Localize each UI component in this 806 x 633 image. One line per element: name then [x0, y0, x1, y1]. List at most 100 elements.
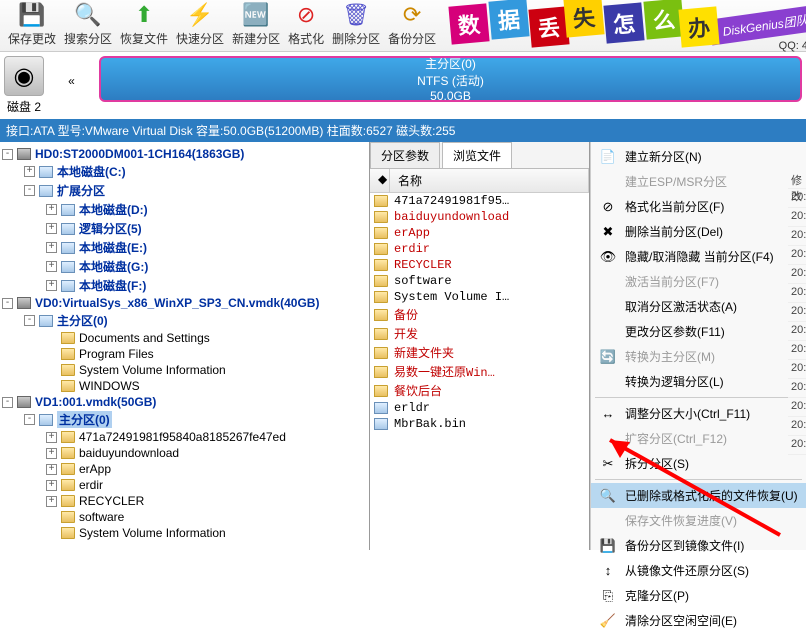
menu-hide[interactable]: 👁隐藏/取消隐藏 当前分区(F4)	[591, 244, 806, 269]
file-item[interactable]: software	[370, 273, 589, 289]
tree-toggle[interactable]: +	[46, 464, 57, 475]
tab-browse[interactable]: 浏览文件	[442, 142, 512, 168]
menu-icon: ⊘	[599, 199, 617, 215]
hdd-icon	[17, 396, 31, 408]
tree-node[interactable]: -HD0:ST2000DM001-1CH164(1863GB)	[2, 146, 367, 162]
drv-icon	[39, 185, 53, 197]
tree-node[interactable]: +本地磁盘(C:)	[2, 162, 367, 181]
menu-del[interactable]: ✖删除当前分区(Del)	[591, 219, 806, 244]
tree-toggle[interactable]: -	[2, 298, 13, 309]
file-item[interactable]: System Volume I…	[370, 289, 589, 305]
menu-backup[interactable]: 💾备份分区到镜像文件(I)	[591, 533, 806, 558]
menu-split[interactable]: ✂拆分分区(S)	[591, 451, 806, 476]
menu-params[interactable]: 更改分区参数(F11)	[591, 319, 806, 344]
tree-toggle[interactable]: +	[46, 432, 57, 443]
tree-node[interactable]: System Volume Information	[2, 362, 367, 378]
col-name[interactable]: 名称	[390, 169, 589, 192]
tree-toggle[interactable]: +	[46, 261, 57, 272]
tree-node[interactable]: - 主分区(0)	[2, 410, 367, 429]
tree-node[interactable]: +本地磁盘(D:)	[2, 200, 367, 219]
menu-restore[interactable]: ↕从镜像文件还原分区(S)	[591, 558, 806, 583]
tree-toggle[interactable]: -	[24, 414, 35, 425]
folder-icon	[374, 385, 388, 397]
tree-node[interactable]: -扩展分区	[2, 181, 367, 200]
menu-wipe[interactable]: 🧹清除分区空闲空间(E)	[591, 608, 806, 633]
recover-button[interactable]: ⬆恢复文件	[116, 0, 172, 49]
partition-bar[interactable]: 主分区(0) NTFS (活动) 50.0GB	[99, 56, 802, 102]
tree-node[interactable]: +471a72491981f95840a8185267fe47ed	[2, 429, 367, 445]
file-icon	[374, 418, 388, 430]
disk-tree[interactable]: -HD0:ST2000DM001-1CH164(1863GB)+本地磁盘(C:)…	[0, 142, 370, 550]
tree-node[interactable]: - VD0:VirtualSys_x86_WinXP_SP3_CN.vmdk(40…	[2, 295, 367, 311]
tree-node[interactable]: WINDOWS	[2, 378, 367, 394]
menu-icon: 👁	[599, 249, 617, 265]
menu-format[interactable]: ⊘格式化当前分区(F)	[591, 194, 806, 219]
tree-label: VD0:VirtualSys_x86_WinXP_SP3_CN.vmdk(40G…	[35, 296, 319, 310]
tab-params[interactable]: 分区参数	[370, 142, 440, 168]
format-button[interactable]: ⊘格式化	[284, 0, 328, 49]
tree-node[interactable]: System Volume Information	[2, 525, 367, 541]
tree-toggle[interactable]: +	[46, 280, 57, 291]
tree-node[interactable]: +baiduyundownload	[2, 445, 367, 461]
tree-node[interactable]: +RECYCLER	[2, 493, 367, 509]
tree-node[interactable]: +本地磁盘(G:)	[2, 257, 367, 276]
tree-toggle[interactable]: -	[2, 149, 13, 160]
tree-toggle[interactable]: +	[46, 480, 57, 491]
col-icon[interactable]: ◆	[370, 169, 390, 192]
file-item[interactable]: erApp	[370, 225, 589, 241]
format-icon: ⊘	[292, 1, 320, 29]
tree-node[interactable]: +erApp	[2, 461, 367, 477]
tree-node[interactable]: +本地磁盘(F:)	[2, 276, 367, 295]
tree-toggle[interactable]: +	[46, 223, 57, 234]
backup-button[interactable]: ⟳备份分区	[384, 0, 440, 49]
file-name: 新建文件夹	[394, 344, 454, 361]
tree-node[interactable]: +本地磁盘(E:)	[2, 238, 367, 257]
tree-toggle[interactable]: +	[46, 242, 57, 253]
tree-node[interactable]: Program Files	[2, 346, 367, 362]
search-button[interactable]: 🔍搜索分区	[60, 0, 116, 49]
file-item[interactable]: RECYCLER	[370, 257, 589, 273]
file-item[interactable]: erldr	[370, 400, 589, 416]
menu-label: 扩容分区(Ctrl_F12)	[625, 430, 727, 447]
menu-log[interactable]: 转换为逻辑分区(L)	[591, 369, 806, 394]
save-label: 保存更改	[8, 30, 56, 47]
tree-toggle[interactable]: -	[24, 315, 35, 326]
delete-button[interactable]: 🗑删除分区	[328, 0, 384, 49]
new-button[interactable]: 🆕新建分区	[228, 0, 284, 49]
menu-deact[interactable]: 取消分区激活状态(A)	[591, 294, 806, 319]
file-item[interactable]: 备份	[370, 305, 589, 324]
tree-node[interactable]: Documents and Settings	[2, 330, 367, 346]
tree-node[interactable]: software	[2, 509, 367, 525]
tree-toggle[interactable]: -	[2, 397, 13, 408]
menu-new-part[interactable]: 📄建立新分区(N)	[591, 144, 806, 169]
file-item[interactable]: MbrBak.bin	[370, 416, 589, 432]
save-button[interactable]: 💾保存更改	[4, 0, 60, 49]
tree-toggle[interactable]: +	[46, 496, 57, 507]
tree-toggle[interactable]: +	[46, 448, 57, 459]
quick-button[interactable]: ⚡快速分区	[172, 0, 228, 49]
tree-label: software	[79, 510, 124, 524]
menu-recover[interactable]: 🔍已删除或格式化后的文件恢复(U)	[591, 483, 806, 508]
tree-node[interactable]: -主分区(0)	[2, 311, 367, 330]
file-item[interactable]: erdir	[370, 241, 589, 257]
tree-toggle[interactable]: -	[24, 185, 35, 196]
tree-node[interactable]: +erdir	[2, 477, 367, 493]
tree-label: 主分区(0)	[57, 411, 112, 428]
menu-resize[interactable]: ↔调整分区大小(Ctrl_F11)	[591, 401, 806, 426]
file-item[interactable]: 开发	[370, 324, 589, 343]
file-item[interactable]: baiduyundownload	[370, 209, 589, 225]
menu-icon	[599, 324, 617, 340]
tree-toggle[interactable]: +	[24, 166, 35, 177]
file-item[interactable]: 易数一键还原Win…	[370, 362, 589, 381]
file-item[interactable]: 餐饮后台	[370, 381, 589, 400]
file-name: 471a72491981f95…	[394, 194, 509, 208]
tree-node[interactable]: +逻辑分区(5)	[2, 219, 367, 238]
file-item[interactable]: 471a72491981f95…	[370, 193, 589, 209]
search-label: 搜索分区	[64, 30, 112, 47]
tree-toggle[interactable]: +	[46, 204, 57, 215]
menu-clone[interactable]: ⎘克隆分区(P)	[591, 583, 806, 608]
file-item[interactable]: 新建文件夹	[370, 343, 589, 362]
tree-node[interactable]: -VD1:001.vmdk(50GB)	[2, 394, 367, 410]
meta-cell: 20:	[788, 379, 806, 398]
file-list[interactable]: 471a72491981f95…baiduyundownloaderApperd…	[370, 193, 589, 550]
